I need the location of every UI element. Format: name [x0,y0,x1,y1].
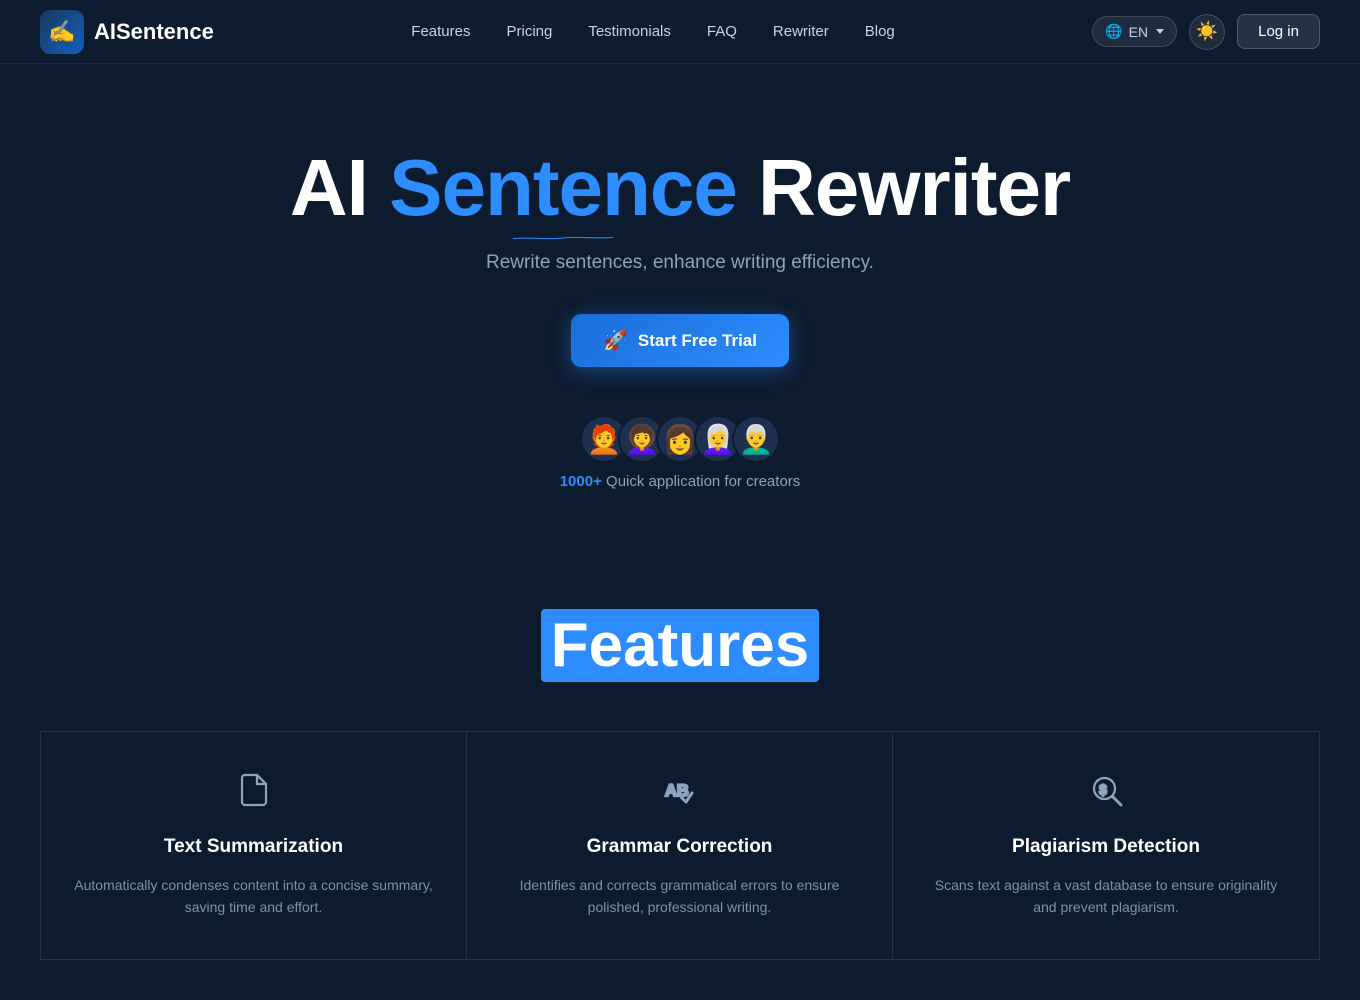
nav-link-faq[interactable]: FAQ [707,23,737,40]
social-proof-label: 1000+ Quick application for creators [560,473,801,490]
nav-link-blog[interactable]: Blog [865,23,895,40]
logo[interactable]: ✍️ AISentence [40,10,214,54]
logo-text: AISentence [94,19,214,45]
hero-title-suffix: Rewriter [737,143,1070,232]
nav-links: Features Pricing Testimonials FAQ Rewrit… [411,23,894,41]
nav-link-rewriter[interactable]: Rewriter [773,23,829,40]
feature-title-grammar-correction: Grammar Correction [587,836,773,858]
avatar-stack: 🧑‍🦰 👩‍🦱 👩 👩‍🦳 👨‍🦳 [580,415,780,463]
feature-title-text-summarization: Text Summarization [164,836,343,858]
theme-toggle[interactable]: ☀️ [1189,14,1225,50]
hero-title-highlight: Sentence [389,144,737,232]
hero-subtitle: Rewrite sentences, enhance writing effic… [486,252,874,274]
social-proof-text: Quick application for creators [602,473,800,490]
language-selector[interactable]: 🌐 EN [1092,16,1177,47]
grammar-correction-icon: AB [662,772,698,816]
plagiarism-detection-icon: $ [1088,772,1124,816]
features-title-highlight: Features [541,609,819,682]
feature-card-text-summarization: Text Summarization Automatically condens… [41,732,467,959]
svg-text:AB: AB [665,782,689,800]
features-section-title: Features [541,610,819,681]
nav-link-testimonials[interactable]: Testimonials [588,23,671,40]
logo-icon: ✍️ [40,10,84,54]
chevron-down-icon [1156,29,1164,34]
login-button[interactable]: Log in [1237,14,1320,49]
lang-label: EN [1129,24,1148,40]
text-summarization-icon [236,772,272,816]
sun-icon: ☀️ [1196,21,1218,42]
features-grid: Text Summarization Automatically condens… [40,731,1320,960]
feature-desc-grammar-correction: Identifies and corrects grammatical erro… [499,874,860,919]
section-title-wrap: Features [40,610,1320,681]
user-count: 1000+ [560,473,602,490]
start-free-trial-button[interactable]: 🚀 Start Free Trial [571,314,789,367]
feature-desc-text-summarization: Automatically condenses content into a c… [73,874,434,919]
feature-desc-plagiarism-detection: Scans text against a vast database to en… [925,874,1287,919]
cta-label: Start Free Trial [638,331,757,351]
hero-section: AI Sentence Rewriter Rewrite sentences, … [0,64,1360,550]
features-section: Features Text Summarization Automaticall… [0,550,1360,1000]
globe-icon: 🌐 [1105,23,1122,40]
feature-card-plagiarism-detection: $ Plagiarism Detection Scans text agains… [893,732,1319,959]
navbar: ✍️ AISentence Features Pricing Testimoni… [0,0,1360,64]
social-proof: 🧑‍🦰 👩‍🦱 👩 👩‍🦳 👨‍🦳 1000+ Quick applicatio… [560,415,801,490]
feature-title-plagiarism-detection: Plagiarism Detection [1012,836,1200,858]
feature-card-grammar-correction: AB Grammar Correction Identifies and cor… [467,732,893,959]
avatar-5: 👨‍🦳 [732,415,780,463]
nav-link-pricing[interactable]: Pricing [506,23,552,40]
hero-title-prefix: AI [290,143,389,232]
svg-text:$: $ [1099,783,1107,798]
nav-link-features[interactable]: Features [411,23,470,40]
nav-right: 🌐 EN ☀️ Log in [1092,14,1320,50]
rocket-icon: 🚀 [603,328,628,353]
hero-title: AI Sentence Rewriter [290,144,1070,232]
